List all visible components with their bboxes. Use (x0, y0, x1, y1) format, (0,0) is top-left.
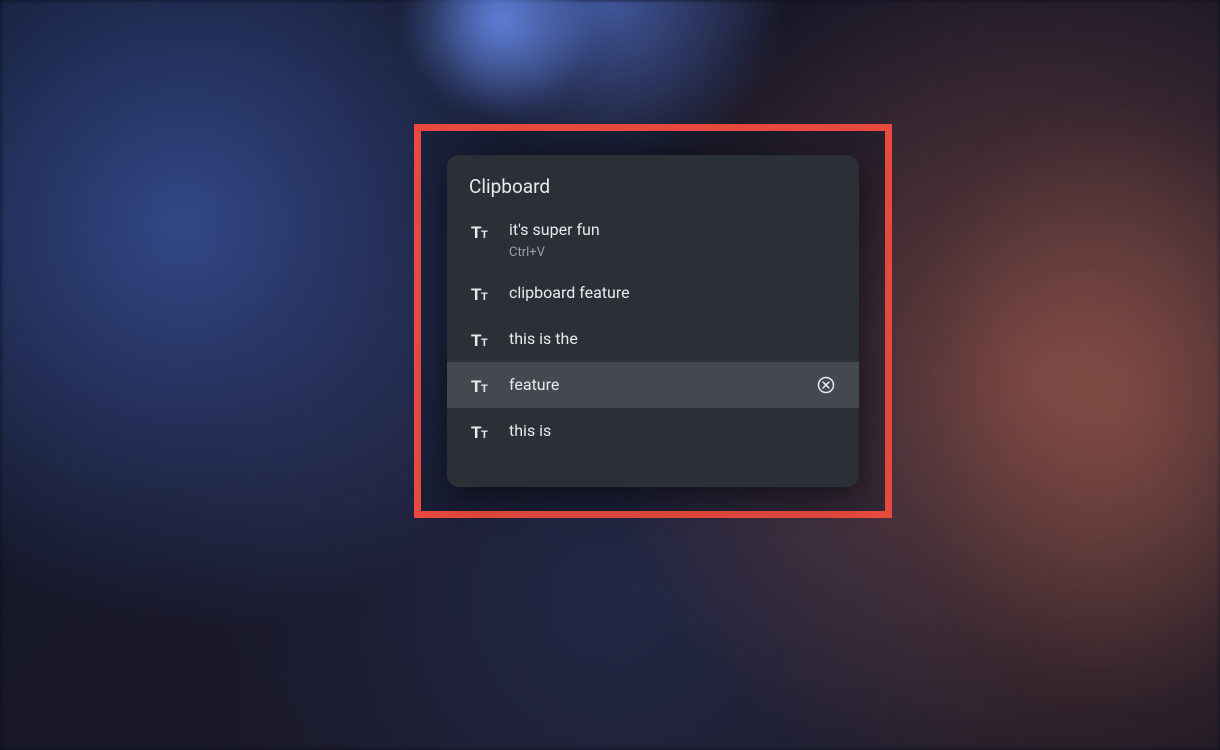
clipboard-item-text: this is (509, 421, 837, 442)
clipboard-item[interactable]: TT feature (447, 362, 859, 408)
close-icon (816, 375, 836, 395)
clipboard-list: TT it's super fun Ctrl+V TT clipboard fe… (447, 212, 859, 487)
text-icon: TT (469, 376, 493, 394)
clipboard-item-text: it's super fun (509, 220, 837, 241)
clipboard-item-text: clipboard feature (509, 283, 837, 304)
clipboard-item[interactable]: TT clipboard feature (447, 270, 859, 316)
clipboard-item-text: this is the (509, 329, 837, 350)
highlight-frame: Clipboard TT it's super fun Ctrl+V TT cl… (414, 124, 892, 518)
clipboard-item-content: this is (509, 421, 837, 442)
text-icon: TT (469, 422, 493, 440)
text-icon: TT (469, 330, 493, 348)
clipboard-item-content: clipboard feature (509, 283, 837, 304)
clipboard-panel: Clipboard TT it's super fun Ctrl+V TT cl… (447, 155, 859, 487)
clipboard-item-content: it's super fun Ctrl+V (509, 220, 837, 260)
clipboard-item[interactable]: TT this is the (447, 316, 859, 362)
clipboard-item-content: feature (509, 375, 807, 396)
text-icon: TT (469, 284, 493, 302)
clipboard-title: Clipboard (447, 155, 859, 212)
clipboard-item-text: feature (509, 375, 807, 396)
clipboard-item[interactable]: TT this is (447, 408, 859, 454)
clipboard-item-content: this is the (509, 329, 837, 350)
remove-item-button[interactable] (815, 374, 837, 396)
clipboard-item[interactable]: TT it's super fun Ctrl+V (447, 212, 859, 270)
clipboard-item-shortcut: Ctrl+V (509, 245, 837, 260)
text-icon: TT (469, 220, 493, 240)
